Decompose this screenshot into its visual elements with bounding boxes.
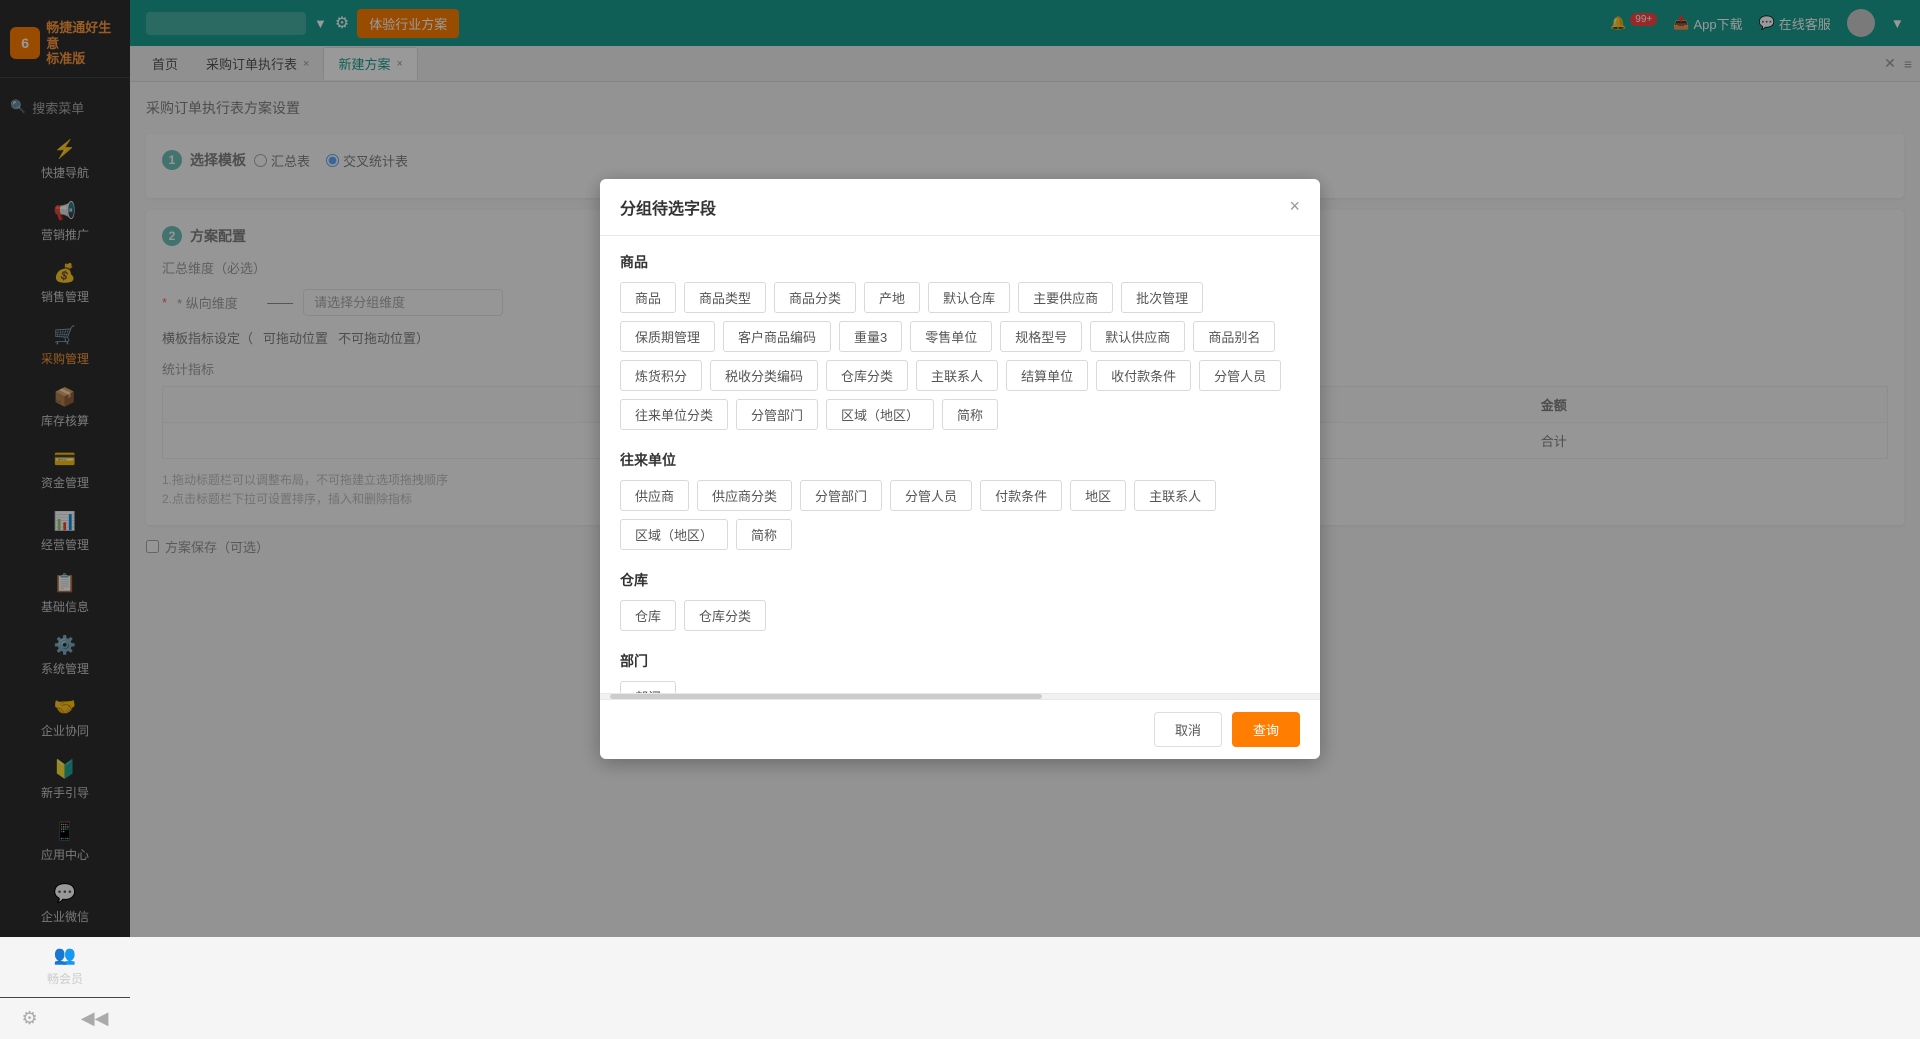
sidebar-item-member[interactable]: 👥 畅会员 — [0, 935, 130, 997]
field-tag-goods-17[interactable]: 主联系人 — [916, 360, 998, 391]
field-tag-partner-1[interactable]: 供应商分类 — [697, 480, 792, 511]
modal-overlay: 分组待选字段 × 商品 商品 商品类型 商品分类 产地 默认仓库 主要供应商 批… — [0, 0, 1920, 937]
field-tag-dept-0[interactable]: 部门 — [620, 681, 676, 693]
field-tag-warehouse-0[interactable]: 仓库 — [620, 600, 676, 631]
field-group-dept: 部门 部门 — [620, 651, 1300, 693]
field-tags-partner: 供应商 供应商分类 分管部门 分管人员 付款条件 地区 主联系人 区域（地区） … — [620, 480, 1300, 550]
field-tag-goods-8[interactable]: 客户商品编码 — [723, 321, 831, 352]
field-tag-goods-2[interactable]: 商品分类 — [774, 282, 856, 313]
modal-body[interactable]: 商品 商品 商品类型 商品分类 产地 默认仓库 主要供应商 批次管理 保质期管理… — [600, 236, 1320, 693]
field-tag-goods-1[interactable]: 商品类型 — [684, 282, 766, 313]
field-tag-goods-15[interactable]: 税收分类编码 — [710, 360, 818, 391]
field-tag-partner-5[interactable]: 地区 — [1070, 480, 1126, 511]
modal-title: 分组待选字段 — [620, 195, 716, 219]
field-tag-partner-0[interactable]: 供应商 — [620, 480, 689, 511]
field-tag-goods-14[interactable]: 炼货积分 — [620, 360, 702, 391]
field-tag-goods-7[interactable]: 保质期管理 — [620, 321, 715, 352]
sidebar-settings-button[interactable]: ⚙ — [22, 1008, 38, 1029]
field-tag-goods-18[interactable]: 结算单位 — [1006, 360, 1088, 391]
field-select-modal: 分组待选字段 × 商品 商品 商品类型 商品分类 产地 默认仓库 主要供应商 批… — [600, 179, 1320, 759]
field-tag-goods-4[interactable]: 默认仓库 — [928, 282, 1010, 313]
field-tags-warehouse: 仓库 仓库分类 — [620, 600, 1300, 631]
field-group-partner-title: 往来单位 — [620, 450, 1300, 470]
field-group-goods: 商品 商品 商品类型 商品分类 产地 默认仓库 主要供应商 批次管理 保质期管理… — [620, 252, 1300, 430]
field-tag-goods-19[interactable]: 收付款条件 — [1096, 360, 1191, 391]
field-tag-partner-8[interactable]: 简称 — [736, 519, 792, 550]
field-tag-goods-10[interactable]: 零售单位 — [910, 321, 992, 352]
sidebar-bottom: ⚙ ◀◀ — [0, 997, 130, 1039]
field-group-dept-title: 部门 — [620, 651, 1300, 671]
sidebar-sound-button[interactable]: ◀◀ — [81, 1008, 109, 1029]
field-tag-goods-13[interactable]: 商品别名 — [1193, 321, 1275, 352]
field-tag-goods-11[interactable]: 规格型号 — [1000, 321, 1082, 352]
modal-header: 分组待选字段 × — [600, 179, 1320, 236]
field-tag-goods-12[interactable]: 默认供应商 — [1090, 321, 1185, 352]
field-group-partner: 往来单位 供应商 供应商分类 分管部门 分管人员 付款条件 地区 主联系人 区域… — [620, 450, 1300, 550]
field-tag-goods-23[interactable]: 区域（地区） — [826, 399, 934, 430]
field-group-warehouse: 仓库 仓库 仓库分类 — [620, 570, 1300, 631]
field-tag-partner-3[interactable]: 分管人员 — [890, 480, 972, 511]
modal-confirm-button[interactable]: 查询 — [1232, 712, 1300, 747]
field-tag-goods-16[interactable]: 仓库分类 — [826, 360, 908, 391]
field-tag-partner-7[interactable]: 区域（地区） — [620, 519, 728, 550]
field-tag-goods-6[interactable]: 批次管理 — [1121, 282, 1203, 313]
modal-close-button[interactable]: × — [1289, 196, 1300, 217]
field-tag-partner-6[interactable]: 主联系人 — [1134, 480, 1216, 511]
field-tag-goods-21[interactable]: 往来单位分类 — [620, 399, 728, 430]
field-tag-goods-22[interactable]: 分管部门 — [736, 399, 818, 430]
modal-horizontal-scrollbar[interactable] — [600, 693, 1320, 699]
field-tag-goods-24[interactable]: 简称 — [942, 399, 998, 430]
field-tag-goods-20[interactable]: 分管人员 — [1199, 360, 1281, 391]
member-icon: 👥 — [54, 945, 76, 966]
field-tag-goods-5[interactable]: 主要供应商 — [1018, 282, 1113, 313]
field-tag-goods-0[interactable]: 商品 — [620, 282, 676, 313]
modal-hscroll-thumb — [610, 694, 1042, 699]
field-tag-goods-9[interactable]: 重量3 — [839, 321, 902, 352]
modal-cancel-button[interactable]: 取消 — [1154, 712, 1222, 747]
field-tag-partner-2[interactable]: 分管部门 — [800, 480, 882, 511]
field-group-goods-title: 商品 — [620, 252, 1300, 272]
sidebar-item-label: 畅会员 — [47, 970, 83, 987]
field-tags-dept: 部门 — [620, 681, 1300, 693]
modal-footer: 取消 查询 — [600, 699, 1320, 759]
field-tags-goods: 商品 商品类型 商品分类 产地 默认仓库 主要供应商 批次管理 保质期管理 客户… — [620, 282, 1300, 430]
field-tag-partner-4[interactable]: 付款条件 — [980, 480, 1062, 511]
field-tag-warehouse-1[interactable]: 仓库分类 — [684, 600, 766, 631]
field-group-warehouse-title: 仓库 — [620, 570, 1300, 590]
field-tag-goods-3[interactable]: 产地 — [864, 282, 920, 313]
